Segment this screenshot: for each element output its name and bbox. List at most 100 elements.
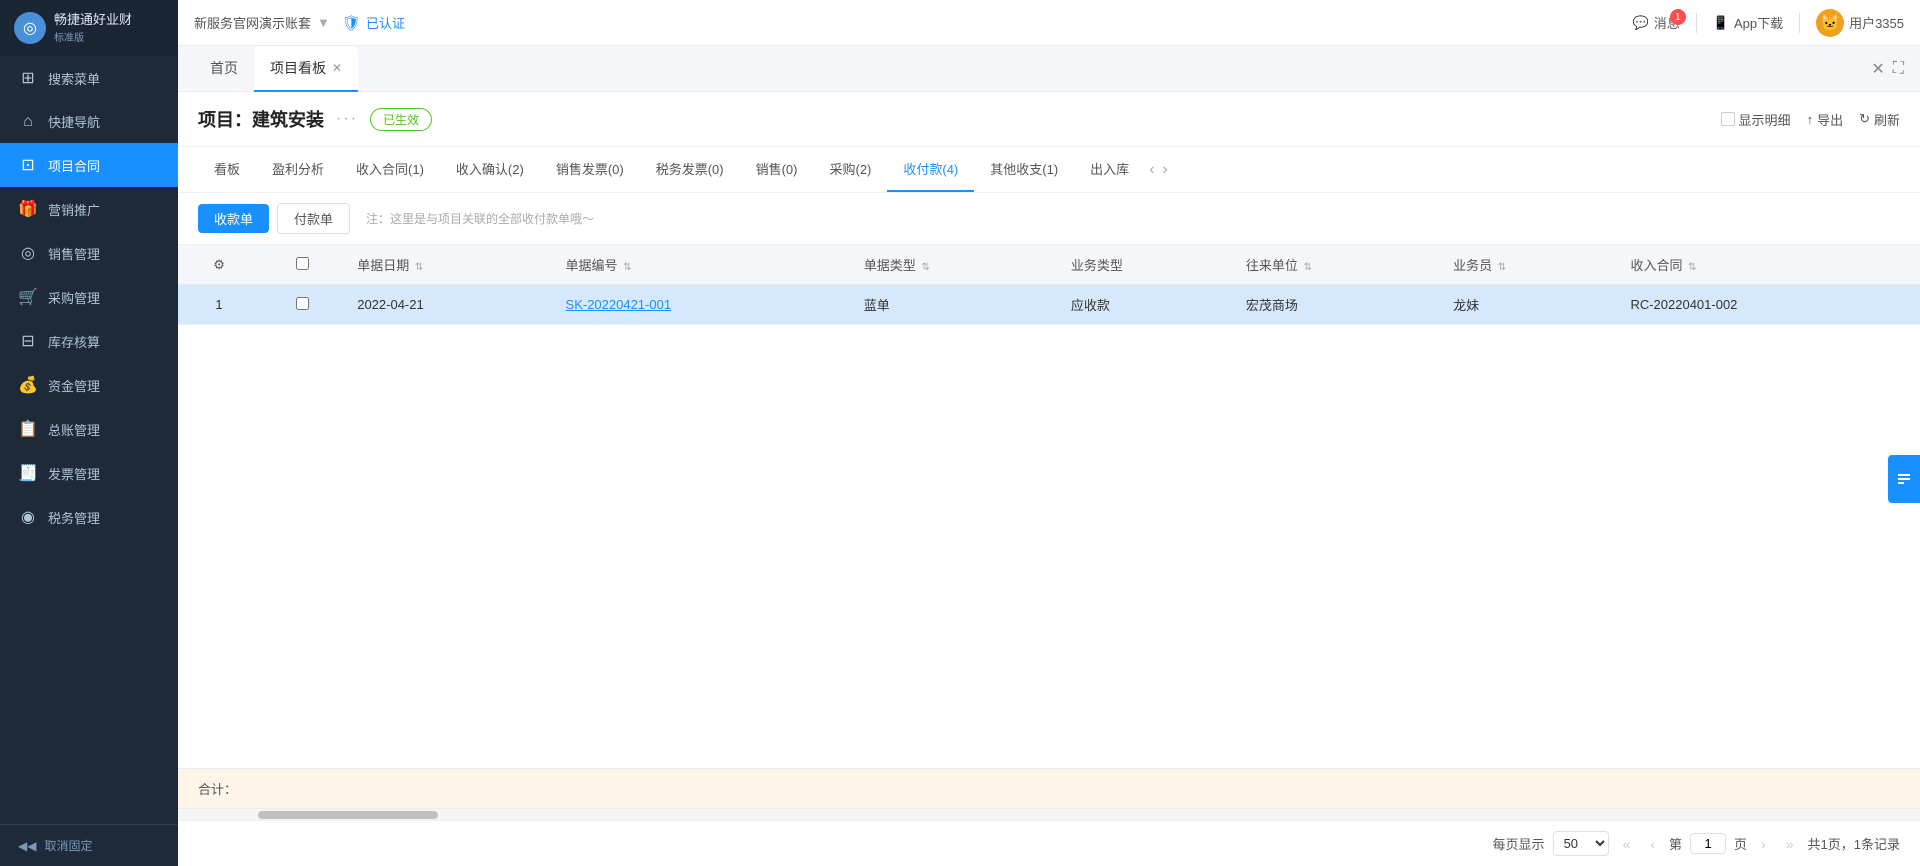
col-type[interactable]: 单据类型 ⇅ (852, 245, 1059, 285)
nav-next-arrow[interactable]: › (1159, 161, 1172, 179)
scrollbar-area[interactable] (178, 808, 1920, 820)
col-settings[interactable]: ⚙ (178, 245, 260, 285)
tab-tax-invoice[interactable]: 税务发票(0) (640, 147, 740, 192)
col-number[interactable]: 单据编号 ⇅ (554, 245, 852, 285)
select-all-checkbox[interactable] (296, 257, 309, 270)
settings-icon[interactable]: ⚙ (213, 257, 225, 272)
col-income-contract[interactable]: 收入合同 ⇅ (1618, 245, 1920, 285)
sidebar-item-ledger[interactable]: 📋 总账管理 (0, 407, 178, 451)
sidebar-item-purchase[interactable]: 🛒 采购管理 (0, 275, 178, 319)
cell-number[interactable]: SK-20220421-001 (554, 285, 852, 325)
tab-sales-invoice[interactable]: 销售发票(0) (540, 147, 640, 192)
sidebar-item-label: 税务管理 (48, 508, 100, 527)
search-menu-icon: ⊞ (18, 68, 38, 88)
sort-contract-icon: ⇅ (1688, 262, 1696, 273)
sidebar-item-label: 资金管理 (48, 376, 100, 395)
project-more-button[interactable]: ··· (336, 110, 358, 128)
nav-prev-arrow[interactable]: ‹ (1145, 161, 1158, 179)
tab-profit[interactable]: 盈利分析 (256, 147, 340, 192)
sidebar-item-tax[interactable]: ◉ 税务管理 (0, 495, 178, 539)
per-page-select[interactable]: 50 20 100 (1553, 831, 1609, 856)
sub-tab-note: 注：这里是与项目关联的全部收付款单哦～ (366, 210, 594, 227)
payment-tab-btn[interactable]: 付款单 (277, 203, 350, 234)
sidebar-item-inventory[interactable]: ⊟ 库存核算 (0, 319, 178, 363)
maximize-window-icon[interactable]: ⛶ (1893, 60, 1904, 78)
sidebar-item-search[interactable]: ⊞ 搜索菜单 (0, 56, 178, 100)
inventory-icon: ⊟ (18, 331, 38, 351)
scrollbar-thumb[interactable] (258, 811, 438, 819)
tab-warehouse[interactable]: 出入库 (1074, 147, 1145, 192)
purchase-icon: 🛒 (18, 287, 38, 307)
sort-type-icon: ⇅ (921, 262, 929, 273)
ledger-icon: 📋 (18, 419, 38, 439)
tab-home[interactable]: 首页 (194, 46, 254, 92)
sidebar-item-sales[interactable]: ◎ 销售管理 (0, 231, 178, 275)
sidebar-item-label: 项目合同 (48, 156, 100, 175)
col-partner[interactable]: 往来单位 ⇅ (1234, 245, 1441, 285)
dropdown-icon[interactable]: ▼ (317, 15, 330, 30)
user-label: 用户3355 (1849, 13, 1904, 32)
project-header: 项目：建筑安装 ··· 已生效 显示明细 ↑ 导出 ↻ 刷新 (178, 92, 1920, 147)
tab-project-board-label: 项目看板 (270, 58, 326, 78)
sidebar-item-label: 营销推广 (48, 200, 100, 219)
avatar: 🐱 (1816, 9, 1844, 37)
last-page-btn[interactable]: » (1780, 834, 1800, 854)
refresh-btn[interactable]: ↻ 刷新 (1859, 110, 1900, 129)
show-detail-checkbox[interactable] (1721, 112, 1735, 126)
export-label: 导出 (1817, 110, 1843, 129)
logo-sub: 标准版 (54, 29, 132, 44)
tab-project-board[interactable]: 项目看板 ✕ (254, 46, 358, 92)
sidebar-item-quick-nav[interactable]: ⌂ 快捷导航 (0, 100, 178, 143)
window-controls: ✕ ⛶ (1871, 59, 1904, 79)
sidebar-item-invoice[interactable]: 🧾 发票管理 (0, 451, 178, 495)
show-detail-label: 显示明细 (1739, 110, 1791, 129)
tab-sales[interactable]: 销售(0) (740, 147, 814, 192)
message-button[interactable]: 💬 消息 1 (1633, 13, 1680, 32)
app-download-label: App下载 (1734, 13, 1783, 32)
sidebar-unpin[interactable]: ◀◀ 取消固定 (0, 824, 178, 866)
app-download-button[interactable]: 📱 App下载 (1713, 13, 1783, 32)
tab-close-icon[interactable]: ✕ (332, 61, 342, 75)
close-window-icon[interactable]: ✕ (1871, 59, 1884, 79)
divider (1696, 13, 1697, 33)
prev-page-btn[interactable]: ‹ (1644, 834, 1661, 854)
user-profile[interactable]: 🐱 用户3355 (1816, 9, 1904, 37)
finance-icon: 💰 (18, 375, 38, 395)
sidebar: ◎ 畅捷通好业财 标准版 ⊞ 搜索菜单 ⌂ 快捷导航 ⊡ 项目合同 🎁 营销推广… (0, 0, 178, 866)
sidebar-item-label: 总账管理 (48, 420, 100, 439)
doc-number-link[interactable]: SK-20220421-001 (566, 297, 672, 312)
receipt-tab-btn[interactable]: 收款单 (198, 204, 269, 233)
export-btn[interactable]: ↑ 导出 (1807, 110, 1844, 129)
main-area: 新服务官网演示账套 ▼ 🛡 已认证 💬 消息 1 📱 App下载 🐱 用户335… (178, 0, 1920, 866)
tab-kanban[interactable]: 看板 (198, 147, 256, 192)
tab-income-confirm[interactable]: 收入确认(2) (440, 147, 540, 192)
pagination: 每页显示 50 20 100 « ‹ 第 页 › » 共1页，1条记录 (178, 820, 1920, 866)
sidebar-item-label: 发票管理 (48, 464, 100, 483)
tab-purchase[interactable]: 采购(2) (813, 147, 887, 192)
next-page-btn[interactable]: › (1755, 834, 1772, 854)
tab-income-contract[interactable]: 收入合同(1) (340, 147, 440, 192)
row-checkbox[interactable] (296, 297, 309, 310)
cell-partner: 宏茂商场 (1234, 285, 1441, 325)
float-action-btn[interactable] (1888, 455, 1920, 503)
sidebar-item-label: 库存核算 (48, 332, 100, 351)
tab-payment[interactable]: 收付款(4) (887, 147, 974, 192)
per-page-label: 每页显示 (1493, 834, 1545, 853)
tab-other-expense[interactable]: 其他收支(1) (974, 147, 1074, 192)
sidebar-item-project-contract[interactable]: ⊡ 项目合同 (0, 143, 178, 187)
col-checkbox[interactable] (260, 245, 345, 285)
sidebar-item-finance[interactable]: 💰 资金管理 (0, 363, 178, 407)
project-name: 新服务官网演示账套 (194, 13, 311, 32)
col-salesperson[interactable]: 业务员 ⇅ (1441, 245, 1618, 285)
show-detail-btn[interactable]: 显示明细 (1721, 110, 1791, 129)
cell-seq: 1 (178, 285, 260, 325)
sidebar-scroll: ⊞ 搜索菜单 ⌂ 快捷导航 ⊡ 项目合同 🎁 营销推广 ◎ 销售管理 🛒 采购管… (0, 56, 178, 824)
refresh-icon: ↻ (1859, 111, 1870, 127)
first-page-btn[interactable]: « (1617, 834, 1637, 854)
cell-checkbox[interactable] (260, 285, 345, 325)
page-input[interactable] (1690, 833, 1726, 854)
export-icon: ↑ (1807, 112, 1814, 127)
col-date[interactable]: 单据日期 ⇅ (345, 245, 553, 285)
sidebar-item-marketing[interactable]: 🎁 营销推广 (0, 187, 178, 231)
project-status-badge: 已生效 (370, 108, 432, 131)
